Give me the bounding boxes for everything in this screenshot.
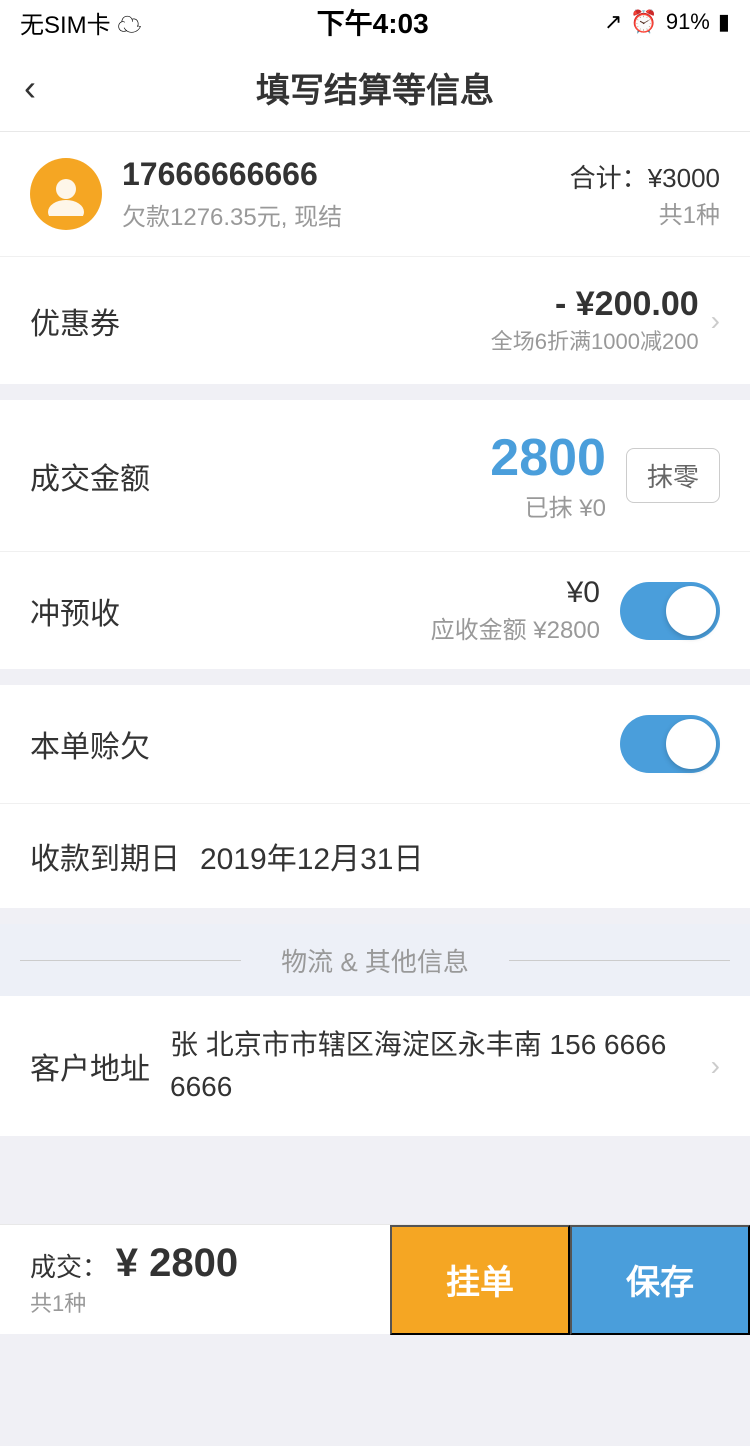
summary-count: 共1种 (30, 1286, 360, 1318)
avatar (30, 158, 102, 230)
coupon-chevron-icon: › (711, 305, 720, 337)
precollect-row: 冲预收 ¥0 应收金额 ¥2800 (0, 551, 750, 669)
logistics-divider: 物流 & 其他信息 (0, 924, 750, 996)
bottom-spacer (0, 1336, 750, 1446)
amount-sub: 已抹 ¥0 (490, 488, 606, 523)
hold-button[interactable]: 挂单 (390, 1225, 570, 1335)
back-button[interactable]: ‹ (24, 67, 36, 109)
debt-toggle[interactable] (620, 715, 720, 773)
coupon-discount: - ¥200.00 (491, 285, 699, 324)
debt-toggle-knob (666, 719, 716, 769)
alarm-icon: ⏰ (630, 9, 657, 35)
coupon-label: 优惠券 (30, 299, 120, 343)
address-label: 客户地址 (30, 1044, 150, 1088)
location-icon: ↗ (604, 9, 622, 35)
customer-phone: 17666666666 (122, 156, 342, 193)
bottom-bar: 成交： ¥ 2800 共1种 挂单 保存 (0, 1224, 750, 1334)
address-chevron-icon: › (711, 1050, 720, 1082)
precollect-sub: 应收金额 ¥2800 (431, 610, 600, 645)
status-time: 下午4:03 (317, 2, 429, 42)
battery-label: 91% (666, 9, 710, 35)
round-button[interactable]: 抹零 (626, 448, 720, 503)
duedate-row: 收款到期日 2019年12月31日 (0, 803, 750, 908)
coupon-desc: 全场6折满1000减200 (491, 324, 699, 356)
nav-bar: ‹ 填写结算等信息 (0, 44, 750, 132)
duedate-value: 2019年12月31日 (200, 834, 423, 878)
customer-row: 17666666666 欠款1276.35元, 现结 合计：¥3000 共1种 (0, 132, 750, 256)
summary-amount: ¥ 2800 (116, 1241, 238, 1285)
save-button[interactable]: 保存 (570, 1225, 750, 1335)
toggle-knob (666, 586, 716, 636)
debt-section: 本单赊欠 收款到期日 2019年12月31日 (0, 685, 750, 908)
status-right: ↗ ⏰ 91% ▮ (604, 9, 730, 35)
debt-label: 本单赊欠 (30, 722, 150, 766)
divider-text: 物流 & 其他信息 (261, 942, 489, 979)
precollect-toggle[interactable] (620, 582, 720, 640)
amount-section: 成交金额 2800 已抹 ¥0 抹零 冲预收 ¥0 应收金额 ¥2800 (0, 400, 750, 669)
total-label: 合计：¥3000 (570, 158, 720, 195)
precollect-amount: ¥0 (431, 576, 600, 610)
customer-debt: 欠款1276.35元, 现结 (122, 197, 342, 232)
battery-icon: ▮ (718, 9, 730, 35)
amount-value: 2800 (490, 428, 606, 488)
divider-line-left (20, 960, 241, 961)
no-sim-label: 无SIM卡 ☁ (20, 5, 141, 40)
coupon-row[interactable]: 优惠券 - ¥200.00 全场6折满1000减200 › (0, 256, 750, 384)
duedate-label: 收款到期日 (30, 834, 180, 878)
customer-section: 17666666666 欠款1276.35元, 现结 合计：¥3000 共1种 … (0, 132, 750, 384)
total-count: 共1种 (570, 195, 720, 230)
amount-label: 成交金额 (30, 454, 150, 498)
amount-row: 成交金额 2800 已抹 ¥0 抹零 (0, 400, 750, 551)
divider-line-right (509, 960, 730, 961)
address-row[interactable]: 客户地址 张 北京市市辖区海淀区永丰南 156 6666 6666 › (0, 996, 750, 1136)
page-title: 填写结算等信息 (256, 63, 494, 112)
debt-row: 本单赊欠 (0, 685, 750, 803)
status-left: 无SIM卡 ☁ (20, 5, 141, 40)
bottom-summary: 成交： ¥ 2800 共1种 (0, 1241, 390, 1318)
precollect-label: 冲预收 (30, 589, 120, 633)
address-value: 张 北京市市辖区海淀区永丰南 156 6666 6666 (170, 1024, 711, 1108)
summary-label: 成交： (30, 1252, 108, 1282)
avatar-icon (44, 172, 88, 216)
status-bar: 无SIM卡 ☁ 下午4:03 ↗ ⏰ 91% ▮ (0, 0, 750, 44)
